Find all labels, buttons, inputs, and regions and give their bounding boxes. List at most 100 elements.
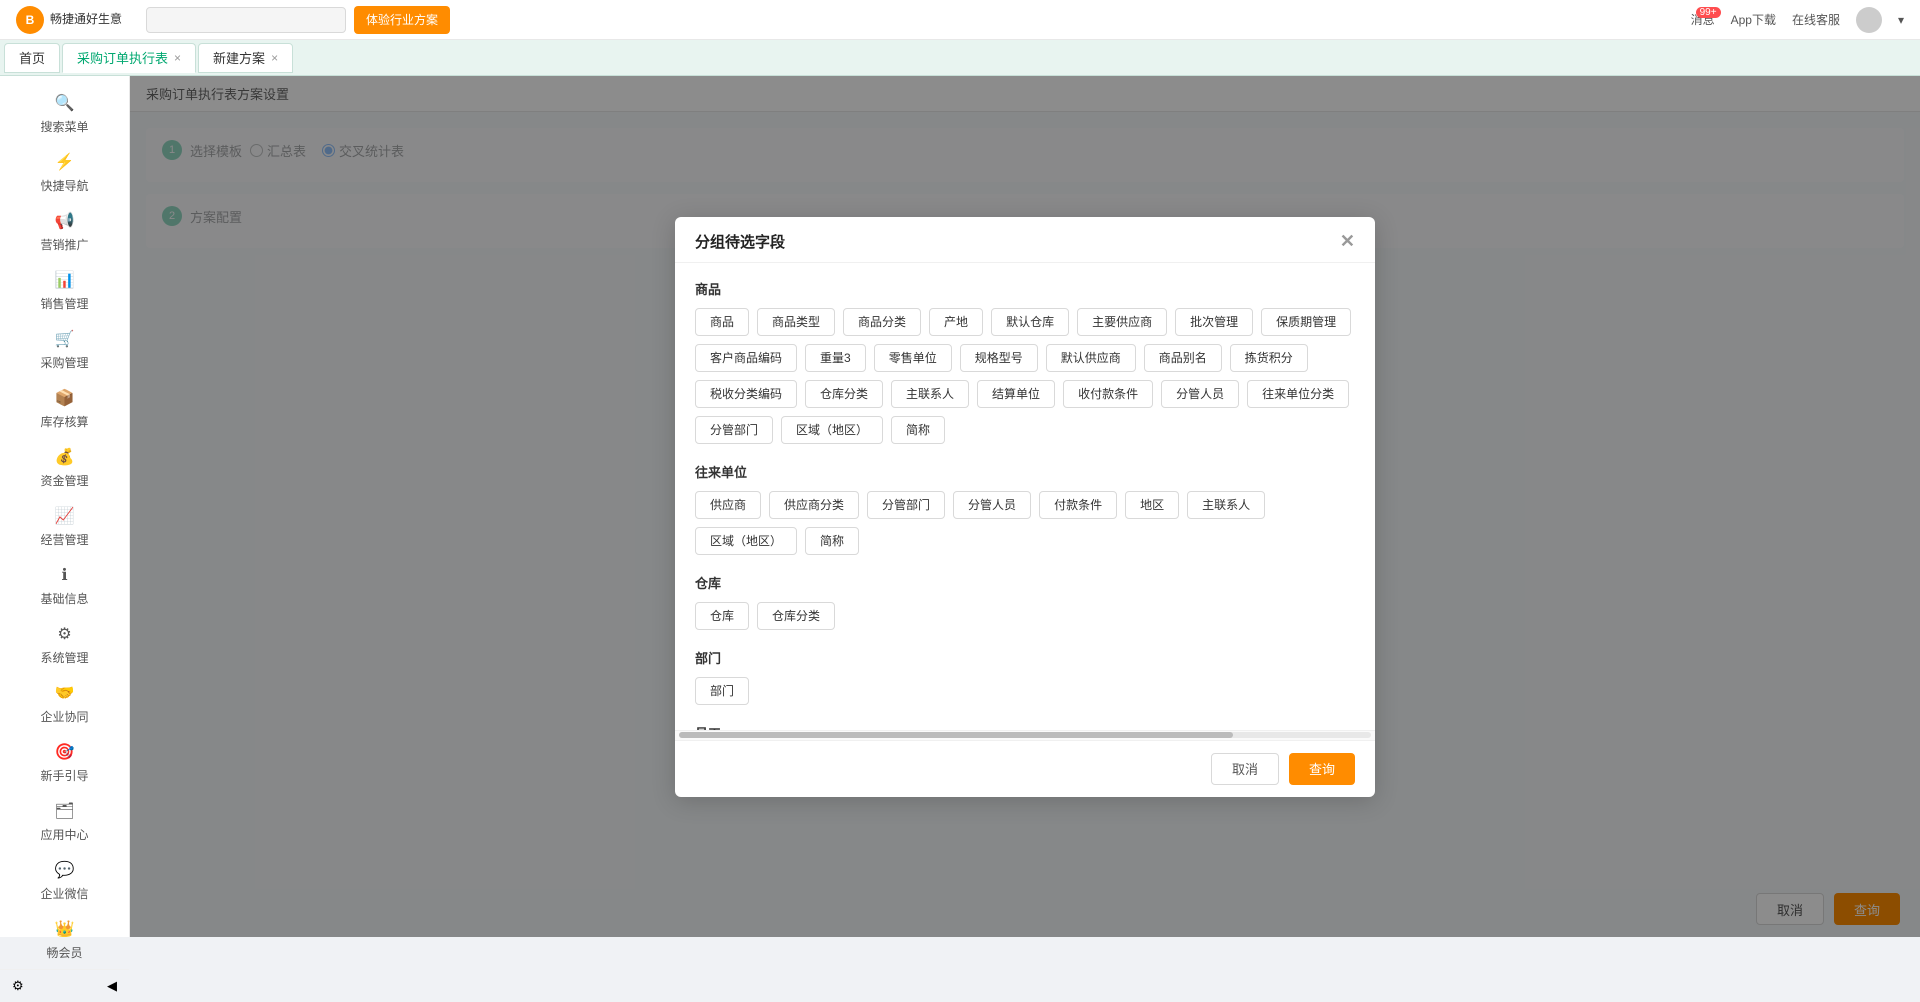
- field-tag-department[interactable]: 部门: [695, 677, 749, 705]
- field-tag-tax-code[interactable]: 税收分类编码: [695, 380, 797, 408]
- field-tag-warehouse-category[interactable]: 仓库分类: [805, 380, 883, 408]
- modal-footer: 取消 查询: [675, 740, 1375, 797]
- section-partner-tags: 供应商 供应商分类 分管部门 分管人员 付款条件 地区 主联系人 区域（地区） …: [695, 491, 1355, 555]
- user-avatar[interactable]: [1856, 7, 1882, 33]
- cooperation-icon: 🤝: [54, 682, 76, 704]
- dropdown-arrow[interactable]: ▾: [1898, 13, 1904, 27]
- app-center-icon: 🗂: [54, 800, 76, 822]
- field-tag-short-name-partner[interactable]: 简称: [805, 527, 859, 555]
- sidebar-item-app-center-label: 应用中心: [40, 826, 88, 843]
- field-tag-warehouse[interactable]: 仓库: [695, 602, 749, 630]
- section-warehouse: 仓库 仓库 仓库分类: [695, 573, 1355, 630]
- sidebar-bottom: ⚙ ◀: [0, 969, 129, 1002]
- field-tag-spec-model[interactable]: 规格型号: [960, 344, 1038, 372]
- main-content: 采购订单执行表方案设置 1 选择模板 汇总表 交叉统计表: [130, 76, 1920, 937]
- settings-icon[interactable]: ⚙: [12, 978, 24, 994]
- sidebar-item-management-label: 经营管理: [40, 531, 88, 548]
- sidebar-item-basic-info-label: 基础信息: [40, 590, 88, 607]
- top-header: B 畅捷通好生意 体验行业方案 消息 99+ App下载 在线客服 ▾: [0, 0, 1920, 40]
- modal-body: 商品 商品 商品类型 商品分类 产地 默认仓库 主要供应商 批次管理 保质期管理…: [675, 263, 1375, 730]
- header-right: 消息 99+ App下载 在线客服 ▾: [1691, 7, 1904, 33]
- modal-confirm-btn[interactable]: 查询: [1289, 753, 1355, 785]
- field-tag-default-warehouse[interactable]: 默认仓库: [991, 308, 1069, 336]
- section-employee-title: 员工: [695, 723, 1355, 730]
- field-tag-weight3[interactable]: 重量3: [805, 344, 866, 372]
- field-tag-partner-category[interactable]: 往来单位分类: [1247, 380, 1349, 408]
- experience-btn[interactable]: 体验行业方案: [354, 6, 450, 34]
- field-tag-goods-type[interactable]: 商品类型: [757, 308, 835, 336]
- field-tag-supervisor[interactable]: 分管人员: [1161, 380, 1239, 408]
- logo-icon: B: [16, 6, 44, 34]
- field-tag-goods-category[interactable]: 商品分类: [843, 308, 921, 336]
- field-tag-default-supplier[interactable]: 默认供应商: [1046, 344, 1136, 372]
- modal-hscrollbar[interactable]: [675, 730, 1375, 740]
- modal-cancel-btn[interactable]: 取消: [1211, 753, 1279, 785]
- online-service-link[interactable]: 在线客服: [1792, 11, 1840, 28]
- sidebar-item-member[interactable]: 👑 畅会员: [0, 910, 129, 969]
- sidebar-item-cooperation[interactable]: 🤝 企业协同: [0, 674, 129, 733]
- field-tag-main-contact[interactable]: 主联系人: [891, 380, 969, 408]
- wechat-icon: 💬: [54, 859, 76, 881]
- sidebar-item-guide[interactable]: 🎯 新手引导: [0, 733, 129, 792]
- field-tag-supervisor2[interactable]: 分管人员: [953, 491, 1031, 519]
- sidebar-item-quick-nav[interactable]: ⚡ 快捷导航: [0, 143, 129, 202]
- tab-new-plan[interactable]: 新建方案 ×: [198, 43, 293, 73]
- field-tag-retail-unit[interactable]: 零售单位: [874, 344, 952, 372]
- sidebar-item-sales[interactable]: 📊 销售管理: [0, 261, 129, 320]
- sales-icon: 📊: [54, 269, 76, 291]
- section-employee: 员工 业务员: [695, 723, 1355, 730]
- modal-title: 分组待选字段: [695, 231, 785, 252]
- field-tag-dept2[interactable]: 分管部门: [867, 491, 945, 519]
- sidebar-item-inventory[interactable]: 📦 库存核算: [0, 379, 129, 438]
- guide-icon: 🎯: [54, 741, 76, 763]
- tab-home[interactable]: 首页: [4, 43, 60, 73]
- sidebar-item-search[interactable]: 🔍 搜索菜单: [0, 84, 129, 143]
- sidebar-item-wechat[interactable]: 💬 企业微信: [0, 851, 129, 910]
- notification-bell[interactable]: 消息 99+: [1691, 11, 1715, 28]
- section-goods-tags: 商品 商品类型 商品分类 产地 默认仓库 主要供应商 批次管理 保质期管理 客户…: [695, 308, 1355, 444]
- header-search-input[interactable]: [146, 7, 346, 33]
- field-tag-customer-code[interactable]: 客户商品编码: [695, 344, 797, 372]
- tab-new-plan-close[interactable]: ×: [271, 51, 278, 65]
- notification-badge: 99+: [1696, 7, 1721, 18]
- field-tag-supplier-cat[interactable]: 供应商分类: [769, 491, 859, 519]
- field-tag-goods[interactable]: 商品: [695, 308, 749, 336]
- field-tag-main-supplier[interactable]: 主要供应商: [1077, 308, 1167, 336]
- collapse-icon[interactable]: ◀: [107, 978, 117, 994]
- field-tag-pay-terms[interactable]: 付款条件: [1039, 491, 1117, 519]
- modal-close-btn[interactable]: ✕: [1340, 231, 1355, 252]
- sidebar-item-quick-nav-label: 快捷导航: [40, 177, 88, 194]
- basic-info-icon: ℹ: [54, 564, 76, 586]
- section-goods: 商品 商品 商品类型 商品分类 产地 默认仓库 主要供应商 批次管理 保质期管理…: [695, 279, 1355, 444]
- purchase-icon: 🛒: [54, 328, 76, 350]
- inventory-icon: 📦: [54, 387, 76, 409]
- sidebar-item-guide-label: 新手引导: [40, 767, 88, 784]
- field-tag-settlement-unit[interactable]: 结算单位: [977, 380, 1055, 408]
- app-download-link[interactable]: App下载: [1731, 11, 1776, 28]
- tab-purchase-order[interactable]: 采购订单执行表 ×: [62, 43, 196, 73]
- field-tag-shelf-life[interactable]: 保质期管理: [1261, 308, 1351, 336]
- sidebar-item-basic-info[interactable]: ℹ 基础信息: [0, 556, 129, 615]
- field-tag-region-partner[interactable]: 区域（地区）: [695, 527, 797, 555]
- sidebar-item-finance[interactable]: 💰 资金管理: [0, 438, 129, 497]
- sidebar-item-system[interactable]: ⚙ 系统管理: [0, 615, 129, 674]
- sidebar-item-marketing[interactable]: 📢 营销推广: [0, 202, 129, 261]
- sidebar-item-management[interactable]: 📈 经营管理: [0, 497, 129, 556]
- sidebar-item-app-center[interactable]: 🗂 应用中心: [0, 792, 129, 851]
- field-tag-pick-points[interactable]: 拣货积分: [1230, 344, 1308, 372]
- field-tag-goods-alias[interactable]: 商品别名: [1144, 344, 1222, 372]
- field-tag-short-name-goods[interactable]: 简称: [891, 416, 945, 444]
- field-tag-warehouse-cat[interactable]: 仓库分类: [757, 602, 835, 630]
- field-tag-region-goods[interactable]: 区域（地区）: [781, 416, 883, 444]
- sidebar-item-purchase[interactable]: 🛒 采购管理: [0, 320, 129, 379]
- finance-icon: 💰: [54, 446, 76, 468]
- field-tag-payment-terms[interactable]: 收付款条件: [1063, 380, 1153, 408]
- field-tag-batch-mgmt[interactable]: 批次管理: [1175, 308, 1253, 336]
- field-tag-area[interactable]: 地区: [1125, 491, 1179, 519]
- field-tag-supplier[interactable]: 供应商: [695, 491, 761, 519]
- tab-purchase-order-label: 采购订单执行表: [77, 48, 168, 67]
- tab-purchase-order-close[interactable]: ×: [174, 51, 181, 65]
- field-tag-dept[interactable]: 分管部门: [695, 416, 773, 444]
- field-tag-origin[interactable]: 产地: [929, 308, 983, 336]
- field-tag-main-contact2[interactable]: 主联系人: [1187, 491, 1265, 519]
